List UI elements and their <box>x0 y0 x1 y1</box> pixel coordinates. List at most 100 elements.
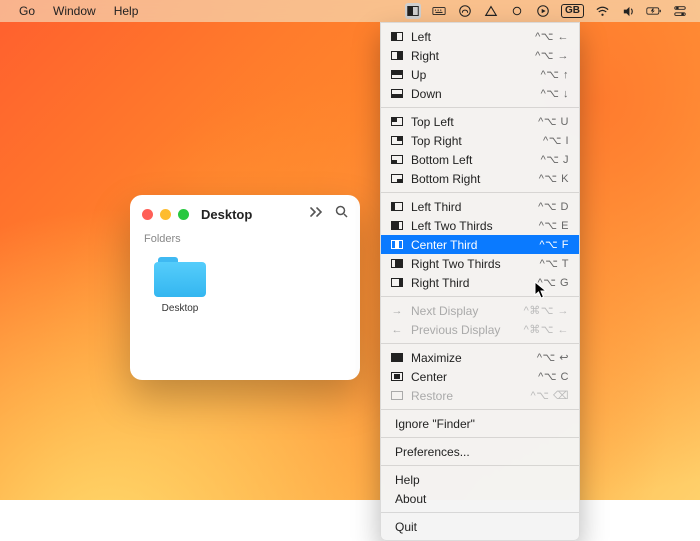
menu-item-right-two-thirds[interactable]: Right Two Thirds^⌥ T <box>381 254 579 273</box>
position-icon-right <box>389 51 405 60</box>
menu-separator <box>381 437 579 438</box>
menu-item-up[interactable]: Up^⌥ ↑ <box>381 65 579 84</box>
menu-item-label: Preferences... <box>395 445 569 459</box>
zoom-button[interactable] <box>178 209 189 220</box>
menu-item-maximize[interactable]: Maximize^⌥ ↩ <box>381 348 579 367</box>
chevrons-icon[interactable] <box>309 205 323 223</box>
volume-icon[interactable] <box>620 3 636 19</box>
menu-item-label: Next Display <box>411 304 524 318</box>
menu-item-shortcut: ^⌥ J <box>541 153 569 166</box>
control-center-icon[interactable] <box>672 3 688 19</box>
menu-item-label: Right <box>411 49 535 63</box>
menu-item-preferences[interactable]: Preferences... <box>381 442 579 461</box>
menu-item-shortcut: ^⌥ → <box>535 49 569 62</box>
position-icon-res <box>389 391 405 400</box>
play-icon[interactable] <box>535 3 551 19</box>
position-icon-r3 <box>389 278 405 287</box>
folder-icon <box>154 257 206 297</box>
menubar: Go Window Help GB <box>0 0 700 22</box>
menu-item-label: Restore <box>411 389 531 403</box>
menu-item-down[interactable]: Down^⌥ ↓ <box>381 84 579 103</box>
position-icon-tr <box>389 136 405 145</box>
menu-item-label: Ignore "Finder" <box>395 417 569 431</box>
search-icon[interactable] <box>335 205 348 223</box>
menu-item-label: Previous Display <box>411 323 524 337</box>
menu-item-label: Help <box>395 473 569 487</box>
creative-cloud-icon[interactable] <box>457 3 473 19</box>
menu-item-label: Top Right <box>411 134 543 148</box>
rectangle-dropdown-menu: Left^⌥ ←Right^⌥ →Up^⌥ ↑Down^⌥ ↓Top Left^… <box>380 22 580 541</box>
position-icon-bl <box>389 155 405 164</box>
finder-window[interactable]: Desktop Folders Desktop <box>130 195 360 380</box>
menu-item-shortcut: ^⌥ F <box>539 238 569 251</box>
menu-item-shortcut: ^⌥ ⌫ <box>531 389 569 402</box>
traffic-lights <box>142 209 189 220</box>
menubar-left: Go Window Help <box>0 0 147 22</box>
menu-item-about[interactable]: About <box>381 489 579 508</box>
menu-item-shortcut: ^⌘⌥ → <box>524 304 569 317</box>
menu-item-center-third[interactable]: Center Third^⌥ F <box>381 235 579 254</box>
menu-item-right-third[interactable]: Right Third^⌥ G <box>381 273 579 292</box>
finder-titlebar[interactable]: Desktop <box>130 195 360 229</box>
menu-item-shortcut: ^⌘⌥ ← <box>524 323 569 336</box>
finder-section-header: Folders <box>130 229 360 251</box>
menu-item-next-display: → Next Display^⌘⌥ → <box>381 301 579 320</box>
circle-icon[interactable] <box>509 3 525 19</box>
position-icon-prev: ← <box>389 324 405 336</box>
menu-item-previous-display: ← Previous Display^⌘⌥ ← <box>381 320 579 339</box>
menu-separator <box>381 296 579 297</box>
menu-item-help[interactable]: Help <box>381 470 579 489</box>
position-icon-r23 <box>389 259 405 268</box>
menu-item-shortcut: ^⌥ T <box>540 257 569 270</box>
position-icon-up <box>389 70 405 79</box>
menu-item-ignore-finder[interactable]: Ignore "Finder" <box>381 414 579 433</box>
menu-window[interactable]: Window <box>44 0 105 22</box>
menu-item-label: Center <box>411 370 538 384</box>
position-icon-l3 <box>389 202 405 211</box>
position-icon-max <box>389 353 405 362</box>
close-button[interactable] <box>142 209 153 220</box>
finder-title: Desktop <box>201 207 252 222</box>
menu-item-label: Left Third <box>411 200 538 214</box>
menu-item-left[interactable]: Left^⌥ ← <box>381 27 579 46</box>
menu-item-top-left[interactable]: Top Left^⌥ U <box>381 112 579 131</box>
menu-item-shortcut: ^⌥ U <box>538 115 569 128</box>
menu-item-label: Quit <box>395 520 569 534</box>
menu-item-center[interactable]: Center^⌥ C <box>381 367 579 386</box>
folder-label: Desktop <box>162 303 199 314</box>
position-icon-left <box>389 32 405 41</box>
menu-separator <box>381 107 579 108</box>
menu-item-shortcut: ^⌥ ← <box>535 30 569 43</box>
menu-item-right[interactable]: Right^⌥ → <box>381 46 579 65</box>
input-source-badge[interactable]: GB <box>561 4 584 18</box>
wifi-icon[interactable] <box>594 3 610 19</box>
menu-item-label: Up <box>411 68 541 82</box>
menu-item-left-third[interactable]: Left Third^⌥ D <box>381 197 579 216</box>
menu-item-bottom-left[interactable]: Bottom Left^⌥ J <box>381 150 579 169</box>
menu-item-label: Left Two Thirds <box>411 219 539 233</box>
position-icon-down <box>389 89 405 98</box>
position-icon-next: → <box>389 305 405 317</box>
battery-icon[interactable] <box>646 3 662 19</box>
position-icon-c3 <box>389 240 405 249</box>
menu-item-label: Right Two Thirds <box>411 257 540 271</box>
keyboard-icon[interactable] <box>431 3 447 19</box>
triangle-icon[interactable] <box>483 3 499 19</box>
rectangle-menubar-icon[interactable] <box>405 3 421 19</box>
menu-item-shortcut: ^⌥ E <box>539 219 569 232</box>
menu-item-label: About <box>395 492 569 506</box>
menu-go[interactable]: Go <box>10 0 44 22</box>
menu-help[interactable]: Help <box>105 0 148 22</box>
folder-item-desktop[interactable]: Desktop <box>144 257 216 314</box>
menu-item-left-two-thirds[interactable]: Left Two Thirds^⌥ E <box>381 216 579 235</box>
menu-item-label: Bottom Left <box>411 153 541 167</box>
menu-item-bottom-right[interactable]: Bottom Right^⌥ K <box>381 169 579 188</box>
minimize-button[interactable] <box>160 209 171 220</box>
menu-item-shortcut: ^⌥ C <box>538 370 569 383</box>
position-icon-l23 <box>389 221 405 230</box>
menu-item-quit[interactable]: Quit <box>381 517 579 536</box>
menu-item-shortcut: ^⌥ ↩ <box>537 351 569 364</box>
menu-item-label: Top Left <box>411 115 538 129</box>
menu-item-top-right[interactable]: Top Right^⌥ I <box>381 131 579 150</box>
menu-item-restore: Restore^⌥ ⌫ <box>381 386 579 405</box>
